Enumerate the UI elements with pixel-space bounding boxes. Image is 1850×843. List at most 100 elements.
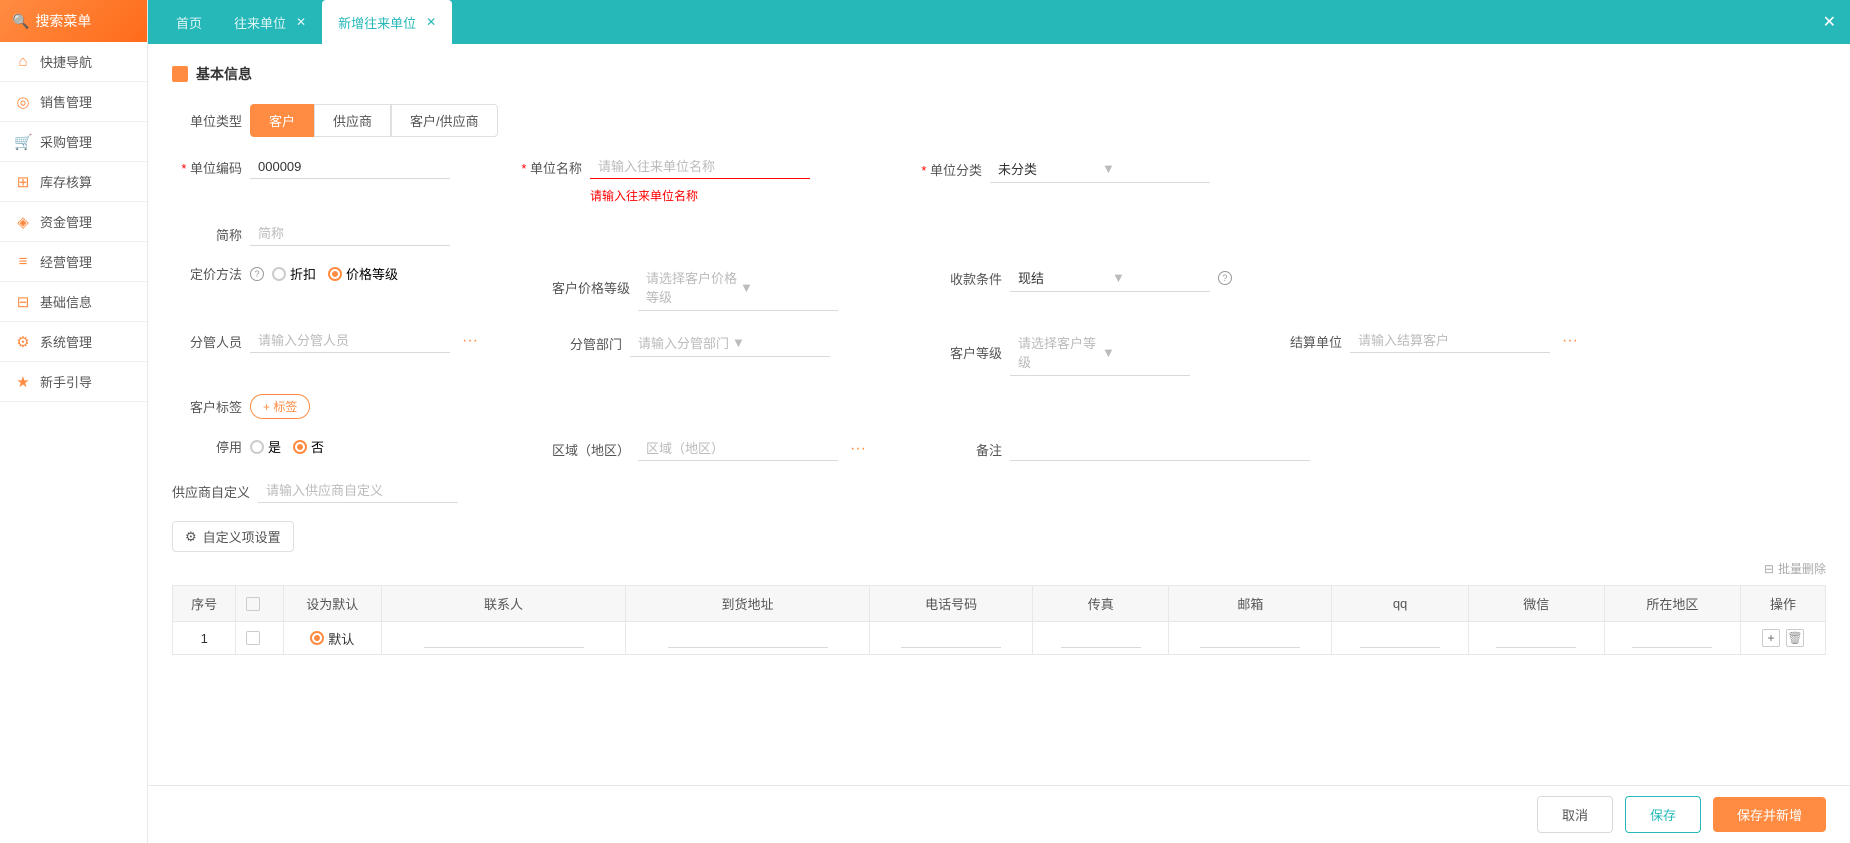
customer-level-dropdown[interactable]: 请选择客户等级 ▼	[1010, 329, 1190, 376]
pricing-discount-option[interactable]: 折扣	[272, 264, 316, 283]
col-default: 设为默认	[283, 586, 381, 622]
pricing-discount-radio[interactable]	[272, 267, 286, 281]
system-icon: ⚙	[14, 333, 32, 351]
sidebar-item-finance[interactable]: ◈ 资金管理	[0, 202, 147, 242]
settlement-unit-input[interactable]	[1350, 329, 1550, 353]
note-label: 备注	[932, 440, 1002, 459]
col-phone: 电话号码	[870, 586, 1033, 622]
tab-partners-label: 往来单位	[234, 13, 286, 32]
supplier-custom-input[interactable]	[258, 479, 458, 503]
disabled-label: 停用	[172, 437, 242, 456]
page-content: 基本信息 单位类型 客户 供应商 客户/供应商 单位编码 单位名称	[148, 44, 1850, 785]
disabled-no-label: 否	[311, 437, 324, 456]
sidebar: 🔍 搜索菜单 ⌂ 快捷导航 ◎ 销售管理 🛒 采购管理 ⊞ 库存核算 ◈ 资金管…	[0, 0, 148, 843]
tab-partners[interactable]: 往来单位 ✕	[218, 0, 322, 44]
row-region-input[interactable]	[1632, 628, 1712, 648]
tags-group: 客户标签 + 标签	[172, 394, 1826, 419]
row-checkbox[interactable]	[246, 631, 260, 645]
sidebar-item-label: 基础信息	[40, 292, 92, 311]
batch-delete-label: 批量删除	[1778, 560, 1826, 577]
region-input[interactable]	[638, 437, 838, 461]
department-dropdown[interactable]: 请输入分管部门 ▼	[630, 329, 830, 357]
customer-price-level-dropdown[interactable]: 请选择客户价格等级 ▼	[638, 264, 838, 311]
payment-terms-dropdown[interactable]: 现结 ▼	[1010, 264, 1210, 292]
pricing-group: 定价方法 ? 折扣 价格等级	[172, 264, 552, 283]
tab-new-partner[interactable]: 新增往来单位 ✕	[322, 0, 452, 44]
select-all-checkbox[interactable]	[246, 597, 260, 611]
table-header-row: 序号 设为默认 联系人 到货地址 电话号码 传真 邮箱 qq 微信 所在地区 操…	[173, 586, 1826, 622]
payment-help-icon[interactable]: ?	[1218, 271, 1232, 285]
sidebar-item-system[interactable]: ⚙ 系统管理	[0, 322, 147, 362]
search-icon: 🔍	[12, 13, 29, 30]
customer-price-level-group: 客户价格等级 请选择客户价格等级 ▼	[552, 264, 932, 311]
row-email-input[interactable]	[1200, 628, 1300, 648]
department-placeholder: 请输入分管部门	[638, 333, 732, 352]
type-btn-supplier[interactable]: 供应商	[314, 104, 391, 137]
sidebar-item-label: 采购管理	[40, 132, 92, 151]
row-fax-input[interactable]	[1061, 628, 1141, 648]
row-default-label: 默认	[328, 629, 354, 648]
customer-price-level-placeholder: 请选择客户价格等级	[646, 268, 740, 306]
sidebar-item-new-guide[interactable]: ★ 新手引导	[0, 362, 147, 402]
manager-input[interactable]	[250, 329, 450, 353]
type-btn-both[interactable]: 客户/供应商	[391, 104, 498, 137]
close-all-tabs-button[interactable]: ✕	[1823, 12, 1836, 32]
customer-level-placeholder: 请选择客户等级	[1018, 333, 1102, 371]
delete-row-button[interactable]: 🗑	[1786, 629, 1804, 647]
unit-category-group: 单位分类 未分类 ▼	[912, 155, 1826, 183]
sidebar-search[interactable]: 🔍 搜索菜单	[0, 0, 147, 42]
disabled-yes-option[interactable]: 是	[250, 437, 281, 456]
sidebar-item-basic-info[interactable]: ⊟ 基础信息	[0, 282, 147, 322]
note-input[interactable]	[1010, 437, 1310, 461]
region-more-btn[interactable]: ···	[846, 440, 870, 458]
pricing-radio-group: 折扣 价格等级	[272, 264, 398, 283]
disabled-no-option[interactable]: 否	[293, 437, 324, 456]
unit-code-input[interactable]	[250, 155, 450, 179]
save-button[interactable]: 保存	[1625, 796, 1701, 833]
disabled-no-radio[interactable]	[293, 440, 307, 454]
row-address-input[interactable]	[668, 628, 828, 648]
cancel-button[interactable]: 取消	[1537, 796, 1613, 833]
sidebar-item-purchase[interactable]: 🛒 采购管理	[0, 122, 147, 162]
unit-type-buttons: 客户 供应商 客户/供应商	[250, 104, 498, 137]
pricing-price-level-radio[interactable]	[328, 267, 342, 281]
row-region	[1604, 622, 1740, 655]
pricing-price-level-option[interactable]: 价格等级	[328, 264, 398, 283]
sidebar-item-operations[interactable]: ≡ 经营管理	[0, 242, 147, 282]
sidebar-item-label: 新手引导	[40, 372, 92, 391]
alias-input[interactable]	[250, 222, 450, 246]
type-btn-customer[interactable]: 客户	[250, 104, 314, 137]
settlement-more-btn[interactable]: ···	[1558, 332, 1582, 350]
tab-new-partner-close[interactable]: ✕	[426, 15, 436, 29]
supplier-custom-row: 供应商自定义	[172, 479, 1826, 503]
unit-category-dropdown[interactable]: 未分类 ▼	[990, 155, 1210, 183]
row-qq	[1332, 622, 1468, 655]
sidebar-item-inventory[interactable]: ⊞ 库存核算	[0, 162, 147, 202]
sidebar-item-quick-nav[interactable]: ⌂ 快捷导航	[0, 42, 147, 82]
bottom-bar: 取消 保存 保存并新增	[148, 785, 1850, 843]
pricing-help-icon[interactable]: ?	[250, 267, 264, 281]
row-wechat-input[interactable]	[1496, 628, 1576, 648]
batch-delete-button[interactable]: ⊟ 批量删除	[172, 560, 1826, 577]
row-wechat	[1468, 622, 1604, 655]
save-and-new-button[interactable]: 保存并新增	[1713, 797, 1826, 832]
manager-row: 分管人员 ··· 分管部门 请输入分管部门 ▼ 客户等级 请选择客户等级 ▼ 结…	[172, 329, 1826, 376]
tab-home[interactable]: 首页	[160, 0, 218, 44]
tab-partners-close[interactable]: ✕	[296, 15, 306, 29]
sidebar-item-sales[interactable]: ◎ 销售管理	[0, 82, 147, 122]
row-contact-input[interactable]	[424, 628, 584, 648]
row-qq-input[interactable]	[1360, 628, 1440, 648]
manager-more-btn[interactable]: ···	[458, 332, 482, 350]
col-region: 所在地区	[1604, 586, 1740, 622]
unit-category-value: 未分类	[998, 159, 1102, 178]
sidebar-item-label: 资金管理	[40, 212, 92, 231]
settlement-unit-label: 结算单位	[1272, 332, 1342, 351]
unit-name-error: 请输入往来单位名称	[590, 189, 698, 203]
custom-settings-button[interactable]: ⚙ 自定义项设置	[172, 521, 294, 552]
disabled-yes-radio[interactable]	[250, 440, 264, 454]
add-row-button[interactable]: +	[1762, 629, 1780, 647]
row-phone-input[interactable]	[901, 628, 1001, 648]
unit-name-input[interactable]	[590, 155, 810, 179]
row-default-radio[interactable]	[310, 631, 324, 645]
add-tag-button[interactable]: + 标签	[250, 394, 310, 419]
